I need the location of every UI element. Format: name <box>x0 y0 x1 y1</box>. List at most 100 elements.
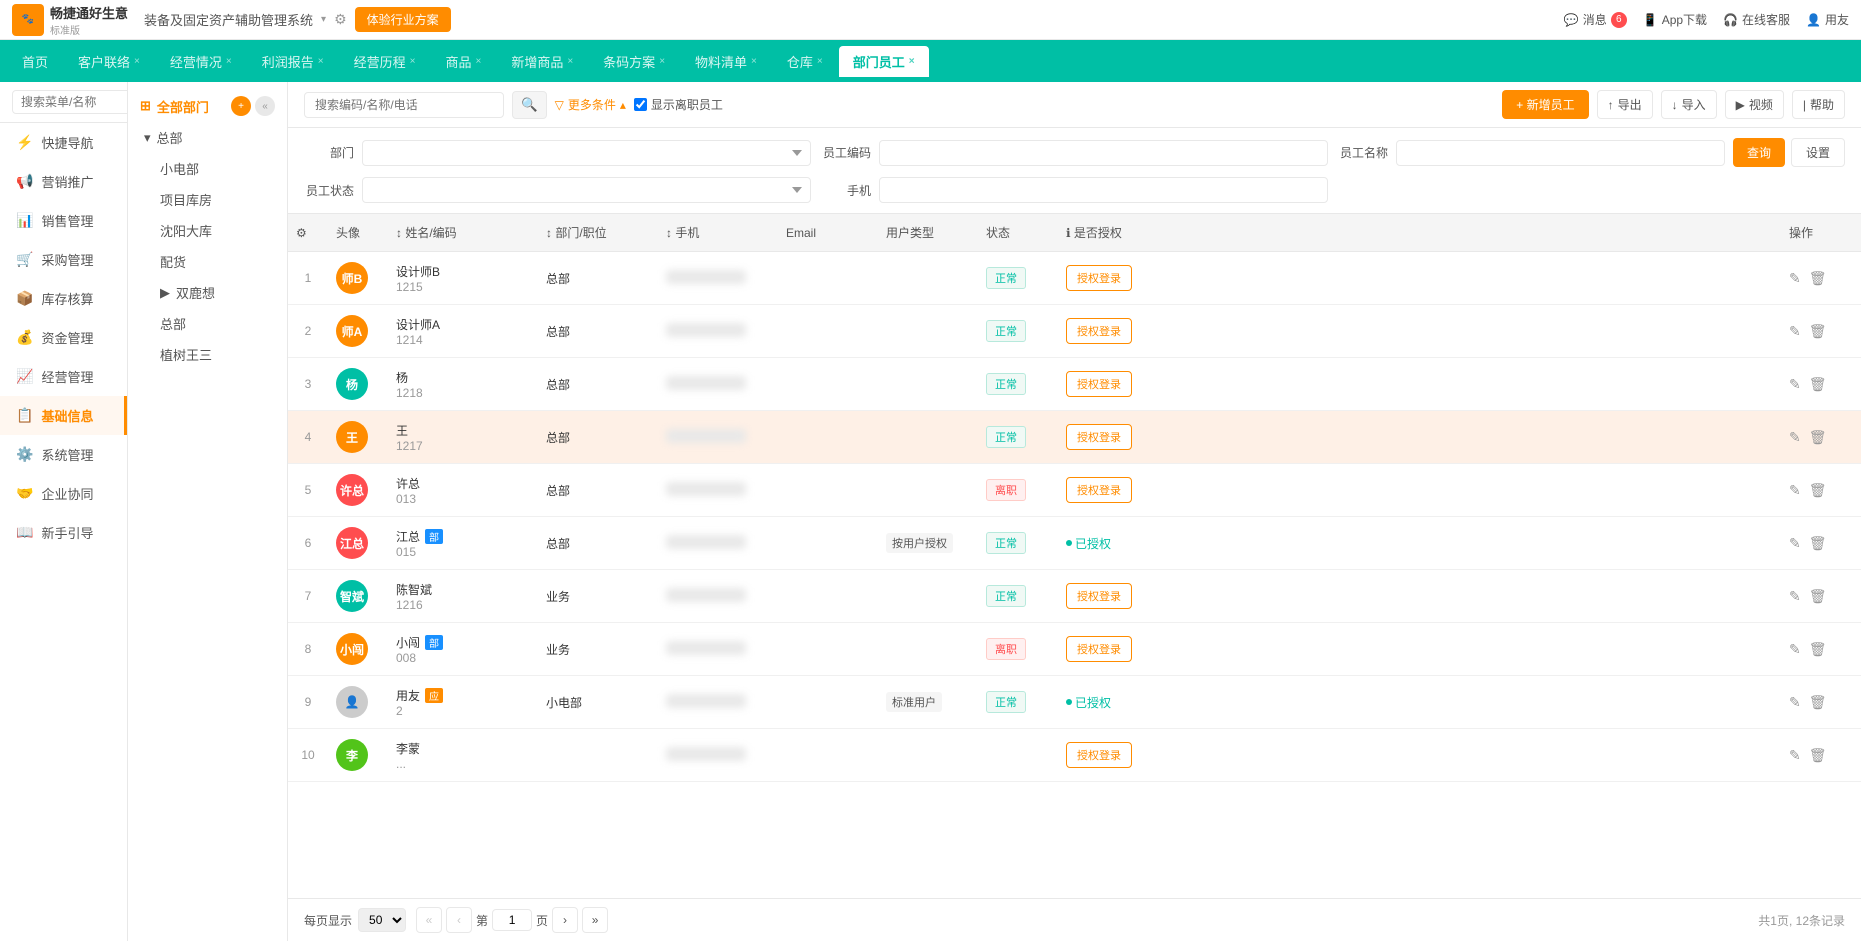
help-btn[interactable]: | 帮助 <box>1792 90 1845 119</box>
auth-login-btn[interactable]: 授权登录 <box>1066 318 1132 344</box>
dept-collapse-btn[interactable]: « <box>255 96 275 116</box>
edit-icon[interactable]: ✎ <box>1789 694 1801 711</box>
tab-new-goods[interactable]: 新增商品× <box>497 46 587 77</box>
tab-barcode[interactable]: 条码方案× <box>589 46 679 77</box>
dept-item-zongbu[interactable]: 总部 <box>136 308 287 339</box>
dept-parent-general[interactable]: ▾ 总部 <box>128 122 287 153</box>
filter-name-input[interactable] <box>1396 140 1725 166</box>
more-filter-btn[interactable]: ▽ 更多条件 ▴ <box>555 96 626 113</box>
tab-goods[interactable]: 商品× <box>431 46 495 77</box>
view-btn[interactable]: ▶ 视频 <box>1725 90 1784 119</box>
export-btn[interactable]: ↑ 导出 <box>1597 90 1653 119</box>
dept-item-shuanglu[interactable]: ▶ 双鹿想 <box>136 277 287 308</box>
tab-warehouse-close[interactable]: × <box>817 56 823 67</box>
edit-icon[interactable]: ✎ <box>1789 376 1801 393</box>
dept-item-shenyang[interactable]: 沈阳大库 <box>136 215 287 246</box>
edit-icon[interactable]: ✎ <box>1789 747 1801 764</box>
delete-icon[interactable]: 🗑 <box>1809 641 1827 658</box>
auth-login-btn[interactable]: 授权登录 <box>1066 636 1132 662</box>
auth-login-btn[interactable]: 授权登录 <box>1066 265 1132 291</box>
tab-history-close[interactable]: × <box>410 56 416 67</box>
per-page-select[interactable]: 50 <box>358 908 406 932</box>
auth-login-btn[interactable]: 授权登录 <box>1066 477 1132 503</box>
tab-customer-close[interactable]: × <box>134 56 140 67</box>
prev-page-btn[interactable]: ‹ <box>446 907 472 933</box>
auth-login-btn[interactable]: 授权登录 <box>1066 742 1132 768</box>
sidebar-item-inventory[interactable]: 📦 库存核算 <box>0 279 127 318</box>
edit-icon[interactable]: ✎ <box>1789 535 1801 552</box>
delete-icon[interactable]: 🗑 <box>1809 694 1827 711</box>
filter-phone-input[interactable] <box>879 177 1328 203</box>
last-page-btn[interactable]: » <box>582 907 608 933</box>
auth-login-btn[interactable]: 授权登录 <box>1066 371 1132 397</box>
tab-operation-close[interactable]: × <box>226 56 232 67</box>
delete-icon[interactable]: 🗑 <box>1809 535 1827 552</box>
sidebar-item-marketing[interactable]: 📢 营销推广 <box>0 162 127 201</box>
tab-new-goods-close[interactable]: × <box>567 56 573 67</box>
delete-icon[interactable]: 🗑 <box>1809 270 1827 287</box>
tab-operation[interactable]: 经营情况× <box>156 46 246 77</box>
tab-profit[interactable]: 利润报告× <box>248 46 338 77</box>
sidebar-item-collab[interactable]: 🤝 企业协同 <box>0 474 127 513</box>
user-btn[interactable]: 👤 用友 <box>1806 11 1849 28</box>
tab-history[interactable]: 经营历程× <box>340 46 430 77</box>
sidebar-item-guide[interactable]: 📖 新手引导 <box>0 513 127 552</box>
show-resigned-label[interactable]: 显示离职员工 <box>634 96 723 113</box>
sidebar-item-purchase[interactable]: 🛒 采购管理 <box>0 240 127 279</box>
system-dropdown-arrow[interactable]: ▾ <box>321 14 326 25</box>
dept-item-zhishu[interactable]: 植树王三 <box>136 339 287 370</box>
delete-icon[interactable]: 🗑 <box>1809 376 1827 393</box>
import-btn[interactable]: ↓ 导入 <box>1661 90 1717 119</box>
service-btn[interactable]: 🎧 在线客服 <box>1723 11 1790 28</box>
filter-dept-select[interactable] <box>362 140 811 166</box>
tab-home[interactable]: 首页 <box>8 46 62 77</box>
employee-search-btn[interactable]: 🔍 <box>512 91 547 119</box>
next-page-btn[interactable]: › <box>552 907 578 933</box>
filter-status-select[interactable] <box>362 177 811 203</box>
dept-all-btn[interactable]: ⊞ 全部部门 <box>140 97 209 116</box>
set-btn[interactable]: 设置 <box>1791 138 1845 167</box>
dept-add-btn[interactable]: + <box>231 96 251 116</box>
message-btn[interactable]: 💬 消息 6 <box>1564 11 1627 28</box>
filter-code-input[interactable] <box>879 140 1328 166</box>
sidebar-search-input[interactable] <box>12 90 128 114</box>
delete-icon[interactable]: 🗑 <box>1809 482 1827 499</box>
tab-customer[interactable]: 客户联络× <box>64 46 154 77</box>
dept-item-small-elec[interactable]: 小电部 <box>136 153 287 184</box>
delete-icon[interactable]: 🗑 <box>1809 747 1827 764</box>
page-input[interactable] <box>492 909 532 931</box>
tab-bom[interactable]: 物料清单× <box>681 46 771 77</box>
tab-profit-close[interactable]: × <box>318 56 324 67</box>
trial-btn[interactable]: 体验行业方案 <box>355 7 451 32</box>
query-btn[interactable]: 查询 <box>1733 138 1785 167</box>
show-resigned-checkbox[interactable] <box>634 98 647 111</box>
delete-icon[interactable]: 🗑 <box>1809 429 1827 446</box>
edit-icon[interactable]: ✎ <box>1789 482 1801 499</box>
sidebar-item-basic[interactable]: 📋 基础信息 <box>0 396 127 435</box>
sidebar-item-finance[interactable]: 💰 资金管理 <box>0 318 127 357</box>
dept-item-peihua[interactable]: 配货 <box>136 246 287 277</box>
delete-icon[interactable]: 🗑 <box>1809 323 1827 340</box>
tab-employees[interactable]: 部门员工× <box>839 46 929 77</box>
edit-icon[interactable]: ✎ <box>1789 270 1801 287</box>
first-page-btn[interactable]: « <box>416 907 442 933</box>
tab-goods-close[interactable]: × <box>475 56 481 67</box>
tab-employees-close[interactable]: × <box>909 56 915 67</box>
edit-icon[interactable]: ✎ <box>1789 588 1801 605</box>
sidebar-item-system[interactable]: ⚙️ 系统管理 <box>0 435 127 474</box>
tab-bom-close[interactable]: × <box>751 56 757 67</box>
sidebar-item-mgmt[interactable]: 📈 经营管理 <box>0 357 127 396</box>
edit-icon[interactable]: ✎ <box>1789 323 1801 340</box>
dept-item-project[interactable]: 项目库房 <box>136 184 287 215</box>
edit-icon[interactable]: ✎ <box>1789 641 1801 658</box>
auth-login-btn[interactable]: 授权登录 <box>1066 583 1132 609</box>
tab-barcode-close[interactable]: × <box>659 56 665 67</box>
delete-icon[interactable]: 🗑 <box>1809 588 1827 605</box>
employee-search-input[interactable] <box>304 92 504 118</box>
sidebar-item-sales[interactable]: 📊 销售管理 <box>0 201 127 240</box>
settings-icon[interactable]: ⚙ <box>334 11 347 28</box>
sidebar-item-quick-nav[interactable]: ⚡ 快捷导航 <box>0 123 127 162</box>
auth-login-btn[interactable]: 授权登录 <box>1066 424 1132 450</box>
edit-icon[interactable]: ✎ <box>1789 429 1801 446</box>
app-download-btn[interactable]: 📱 App下载 <box>1643 11 1707 28</box>
